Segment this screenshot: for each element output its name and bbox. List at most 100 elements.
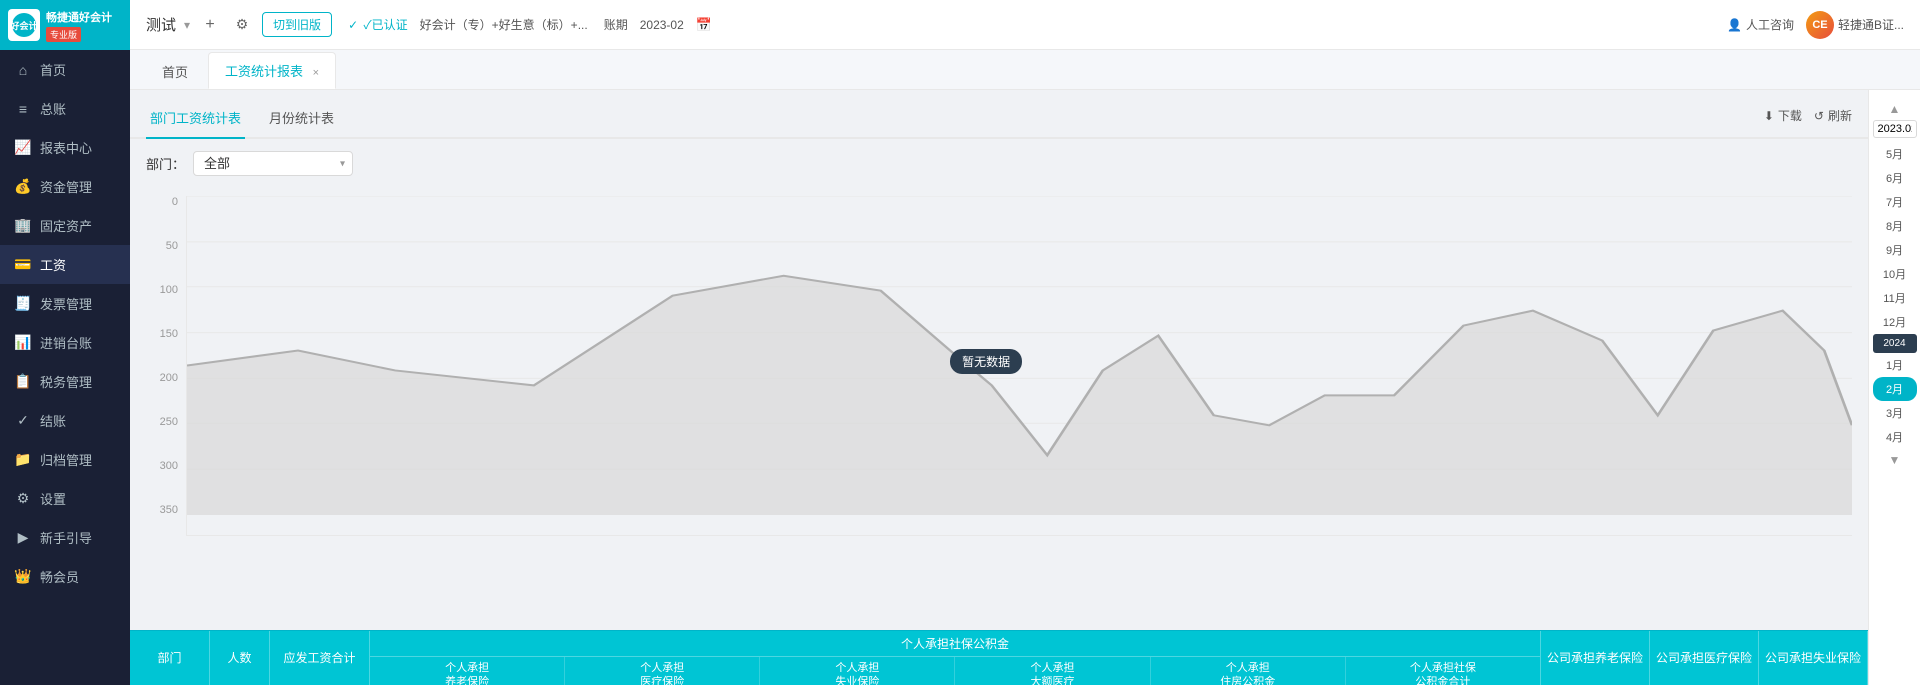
payroll-icon: 💳 bbox=[14, 256, 32, 273]
th-group-personal-cells: 个人承担养老保险 个人承担医疗保险 个人承担失业保险 个人承担大额医疗 个人承担… bbox=[370, 657, 1540, 685]
panel-up-arrow[interactable]: ▲ bbox=[1885, 98, 1905, 120]
sidebar-item-funds[interactable]: 💰 资金管理 bbox=[0, 167, 130, 206]
month-5[interactable]: 5月 bbox=[1873, 142, 1917, 166]
right-panel: ▲ 5月 6月 7月 8月 9月 10月 11月 12月 2024 1月 2月 … bbox=[1868, 90, 1920, 685]
refresh-button[interactable]: ↺ 刷新 bbox=[1814, 107, 1852, 124]
th-personal-total: 个人承担社保公积金合计 bbox=[1346, 657, 1540, 685]
th-personal-unemployment: 个人承担失业保险 bbox=[760, 657, 955, 685]
home-icon: ⌂ bbox=[14, 62, 32, 78]
add-button[interactable]: + bbox=[198, 13, 222, 37]
sub-tabs: 部门工资统计表 月份统计表 ⬇ 下载 ↺ 刷新 bbox=[130, 90, 1868, 139]
year-input[interactable] bbox=[1873, 120, 1917, 138]
y-label-350: 350 bbox=[146, 504, 186, 516]
filter-row: 部门： 全部 销售部 财务部 技术部 行政部 ▾ bbox=[130, 139, 1868, 188]
month-11[interactable]: 11月 bbox=[1873, 286, 1917, 310]
sub-tab-month[interactable]: 月份统计表 bbox=[265, 102, 338, 139]
logo-icon: 好会计 bbox=[8, 9, 40, 41]
th-company-pension: 公司承担养老保险 bbox=[1541, 631, 1650, 685]
logo-text: 畅捷通好会计 bbox=[46, 9, 112, 25]
sidebar-item-payroll[interactable]: 💳 工资 bbox=[0, 245, 130, 284]
tab-payroll[interactable]: 工资统计报表 × bbox=[208, 52, 336, 89]
close-tab-icon[interactable]: × bbox=[313, 67, 319, 79]
month-12[interactable]: 12月 bbox=[1873, 310, 1917, 334]
month-6[interactable]: 6月 bbox=[1873, 166, 1917, 190]
chart-wrapper: 350 300 250 200 150 100 50 0 bbox=[146, 196, 1852, 536]
calendar-icon[interactable]: 📅 bbox=[696, 17, 712, 33]
y-label-300: 300 bbox=[146, 460, 186, 472]
sidebar-item-ledger[interactable]: ≡ 总账 bbox=[0, 89, 130, 128]
help-icon: 👤 bbox=[1727, 18, 1742, 32]
sidebar-item-reports[interactable]: 📈 报表中心 bbox=[0, 128, 130, 167]
period-value: 2023-02 bbox=[640, 18, 684, 32]
topbar-right: 👤 人工咨询 CE 轻捷通B证... bbox=[1727, 11, 1904, 39]
th-group-personal: 个人承担社保公积金 个人承担养老保险 个人承担医疗保险 个人承担失业保险 个人承… bbox=[370, 631, 1541, 685]
month-2-active[interactable]: 2月 bbox=[1873, 377, 1917, 401]
table-header: 部门 人数 应发工资合计 个人承担社保公积金 个人承担养老保险 个 bbox=[130, 630, 1868, 685]
sales-icon: 📊 bbox=[14, 334, 32, 351]
checkout-icon: ✓ bbox=[14, 412, 32, 429]
avatar: CE bbox=[1806, 11, 1834, 39]
chart-and-table: 350 300 250 200 150 100 50 0 bbox=[130, 188, 1868, 685]
dept-select-wrapper: 全部 销售部 财务部 技术部 行政部 ▾ bbox=[193, 151, 353, 176]
month-9[interactable]: 9月 bbox=[1873, 238, 1917, 262]
dept-filter-label: 部门： bbox=[146, 154, 185, 173]
th-personal-housing-fund: 个人承担住房公积金 bbox=[1151, 657, 1346, 685]
tax-icon: 📋 bbox=[14, 373, 32, 390]
logo-badge: 专业版 bbox=[46, 27, 81, 42]
main-area: 测试 ▾ + ⚙ 切到旧版 ✓ ✓已认证 好会计（专）+好生意（标）+... 账… bbox=[130, 0, 1920, 685]
user-menu[interactable]: CE 轻捷通B证... bbox=[1806, 11, 1904, 39]
th-personal-major-medical: 个人承担大额医疗 bbox=[955, 657, 1150, 685]
topbar: 测试 ▾ + ⚙ 切到旧版 ✓ ✓已认证 好会计（专）+好生意（标）+... 账… bbox=[130, 0, 1920, 50]
dept-select[interactable]: 全部 销售部 财务部 技术部 行政部 bbox=[193, 151, 353, 176]
th-company-unemployment: 公司承担失业保险 bbox=[1759, 631, 1868, 685]
svg-text:好会计: 好会计 bbox=[10, 20, 38, 31]
check-icon: ✓ bbox=[348, 18, 358, 32]
month-4[interactable]: 4月 bbox=[1873, 425, 1917, 449]
certified-tag: ✓ ✓已认证 bbox=[348, 16, 408, 33]
sidebar: 好会计 畅捷通好会计 专业版 ⌂ 首页 ≡ 总账 📈 报表中心 💰 资金管理 🏢… bbox=[0, 0, 130, 685]
month-7[interactable]: 7月 bbox=[1873, 190, 1917, 214]
sidebar-item-invoice[interactable]: 🧾 发票管理 bbox=[0, 284, 130, 323]
topbar-tags: ✓ ✓已认证 好会计（专）+好生意（标）+... bbox=[348, 16, 588, 33]
product-tags: 好会计（专）+好生意（标）+... bbox=[420, 16, 588, 33]
sidebar-item-member[interactable]: 👑 畅会员 bbox=[0, 557, 130, 596]
sub-tab-dept[interactable]: 部门工资统计表 bbox=[146, 102, 245, 139]
y-label-100: 100 bbox=[146, 284, 186, 296]
tab-home[interactable]: 首页 bbox=[146, 54, 204, 89]
month-10[interactable]: 10月 bbox=[1873, 262, 1917, 286]
settings-icon: ⚙ bbox=[14, 490, 32, 507]
month-1[interactable]: 1月 bbox=[1873, 353, 1917, 377]
chart-tooltip: 暂无数据 bbox=[950, 349, 1022, 374]
tabbar: 首页 工资统计报表 × bbox=[130, 50, 1920, 90]
sidebar-item-tax[interactable]: 📋 税务管理 bbox=[0, 362, 130, 401]
y-axis: 350 300 250 200 150 100 50 0 bbox=[146, 196, 186, 536]
app-logo: 好会计 畅捷通好会计 专业版 bbox=[0, 0, 130, 50]
year-2024-badge: 2024 bbox=[1873, 334, 1917, 353]
switch-version-button[interactable]: 切到旧版 bbox=[262, 12, 332, 37]
month-8[interactable]: 8月 bbox=[1873, 214, 1917, 238]
y-label-50: 50 bbox=[146, 240, 186, 252]
th-group-personal-title: 个人承担社保公积金 bbox=[370, 631, 1540, 657]
sidebar-item-guide[interactable]: ▶ 新手引导 bbox=[0, 518, 130, 557]
chart-area: 暂无数据 bbox=[186, 196, 1852, 536]
help-button[interactable]: 👤 人工咨询 bbox=[1727, 16, 1794, 33]
sidebar-item-settings[interactable]: ⚙ 设置 bbox=[0, 479, 130, 518]
sidebar-item-sales[interactable]: 📊 进销台账 bbox=[0, 323, 130, 362]
sidebar-item-archive[interactable]: 📁 归档管理 bbox=[0, 440, 130, 479]
guide-icon: ▶ bbox=[14, 529, 32, 546]
settings-topbar-button[interactable]: ⚙ bbox=[230, 13, 254, 37]
reports-icon: 📈 bbox=[14, 139, 32, 156]
content-with-panel: 部门工资统计表 月份统计表 ⬇ 下载 ↺ 刷新 bbox=[130, 90, 1868, 685]
y-label-150: 150 bbox=[146, 328, 186, 340]
funds-icon: 💰 bbox=[14, 178, 32, 195]
download-button[interactable]: ⬇ 下载 bbox=[1764, 107, 1802, 124]
th-total-salary: 应发工资合计 bbox=[270, 631, 370, 685]
sidebar-item-assets[interactable]: 🏢 固定资产 bbox=[0, 206, 130, 245]
panel-down-arrow[interactable]: ▼ bbox=[1885, 449, 1905, 471]
sidebar-item-home[interactable]: ⌂ 首页 bbox=[0, 50, 130, 89]
month-3[interactable]: 3月 bbox=[1873, 401, 1917, 425]
refresh-icon: ↺ bbox=[1814, 109, 1824, 123]
th-count: 人数 bbox=[210, 631, 270, 685]
sidebar-item-checkout[interactable]: ✓ 结账 bbox=[0, 401, 130, 440]
member-icon: 👑 bbox=[14, 568, 32, 585]
